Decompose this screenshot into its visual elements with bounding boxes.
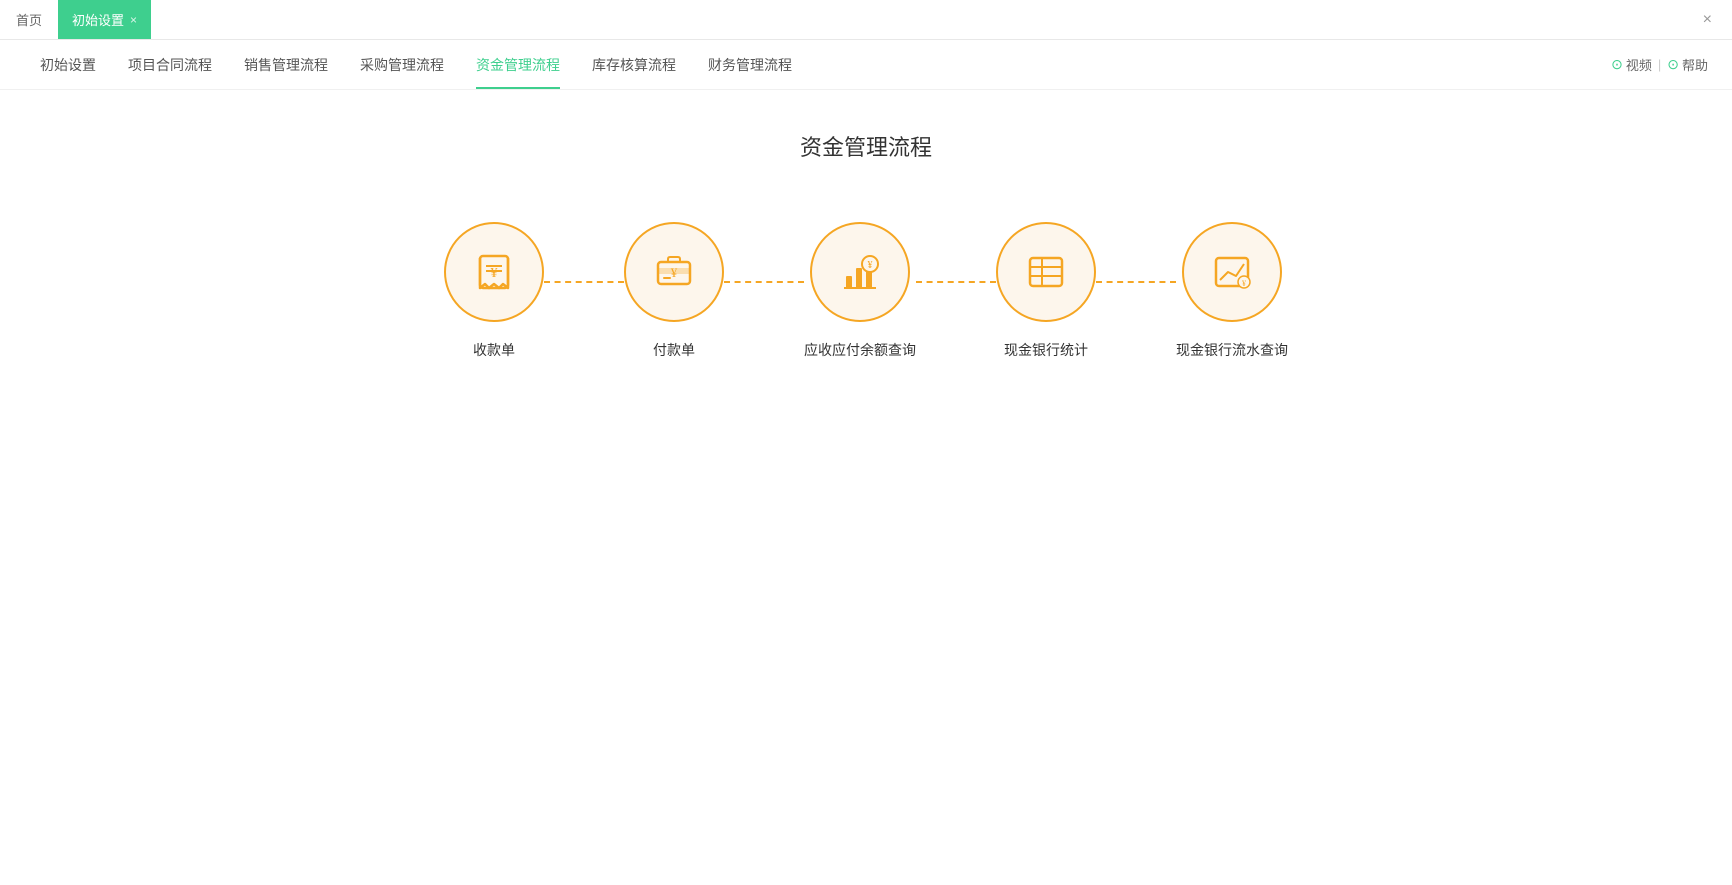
- cash-stats-icon-circle: [996, 222, 1096, 322]
- nav-bar: 初始设置 项目合同流程 销售管理流程 采购管理流程 资金管理流程 库存核算流程 …: [0, 40, 1732, 90]
- home-tab[interactable]: 首页: [0, 0, 58, 39]
- svg-text:¥: ¥: [491, 266, 498, 281]
- flow-item-cash-stats[interactable]: 现金银行统计: [996, 222, 1096, 360]
- flow-item-cash-flow[interactable]: ¥ 现金银行流水查询: [1176, 222, 1288, 360]
- receipt-label: 收款单: [473, 340, 515, 360]
- receipt-icon: ¥: [470, 248, 518, 296]
- cash-flow-label: 现金银行流水查询: [1176, 340, 1288, 360]
- connector-4: [1096, 281, 1176, 283]
- nav-item-project-contract[interactable]: 项目合同流程: [112, 40, 228, 89]
- close-tab-icon[interactable]: ×: [130, 13, 137, 27]
- window-close-button[interactable]: ×: [1683, 0, 1732, 39]
- connector-1: [544, 281, 624, 283]
- top-bar: 首页 初始设置 × ×: [0, 0, 1732, 40]
- svg-text:¥: ¥: [671, 265, 678, 280]
- main-content: 资金管理流程 ¥ 收款单: [0, 90, 1732, 400]
- flow-container: ¥ 收款单 ¥ 付款单: [444, 222, 1288, 360]
- nav-item-capital-management[interactable]: 资金管理流程: [460, 40, 576, 89]
- balance-icon-circle: ¥: [810, 222, 910, 322]
- nav-divider: |: [1658, 57, 1661, 72]
- nav-right: ⊙ 视频 | ⊙ 帮助: [1611, 55, 1708, 74]
- active-tab-label: 初始设置: [72, 10, 124, 29]
- page-title: 资金管理流程: [800, 130, 932, 162]
- cash-stats-label: 现金银行统计: [1004, 340, 1088, 360]
- flow-item-payment[interactable]: ¥ 付款单: [624, 222, 724, 360]
- nav-item-inventory-accounting[interactable]: 库存核算流程: [576, 40, 692, 89]
- nav-item-purchase-management[interactable]: 采购管理流程: [344, 40, 460, 89]
- svg-text:¥: ¥: [1242, 279, 1246, 288]
- help-link[interactable]: ⊙ 帮助: [1667, 55, 1708, 74]
- flow-item-balance[interactable]: ¥ 应收应付余额查询: [804, 222, 916, 360]
- nav-item-financial-management[interactable]: 财务管理流程: [692, 40, 808, 89]
- video-help-link[interactable]: ⊙ 视频: [1611, 55, 1652, 74]
- nav-item-initial-setup[interactable]: 初始设置: [24, 40, 112, 89]
- balance-icon: ¥: [836, 248, 884, 296]
- flow-item-receipt[interactable]: ¥ 收款单: [444, 222, 544, 360]
- help-label: 帮助: [1682, 55, 1708, 74]
- nav-item-sales-management[interactable]: 销售管理流程: [228, 40, 344, 89]
- payment-label: 付款单: [653, 340, 695, 360]
- connector-3: [916, 281, 996, 283]
- active-tab[interactable]: 初始设置 ×: [58, 0, 151, 39]
- video-label: 视频: [1626, 55, 1652, 74]
- svg-text:¥: ¥: [868, 260, 873, 271]
- connector-2: [724, 281, 804, 283]
- cash-stats-icon: [1022, 248, 1070, 296]
- payment-icon-circle: ¥: [624, 222, 724, 322]
- home-label: 首页: [16, 10, 42, 29]
- cash-flow-icon: ¥: [1208, 248, 1256, 296]
- balance-label: 应收应付余额查询: [804, 340, 916, 360]
- cash-flow-icon-circle: ¥: [1182, 222, 1282, 322]
- payment-icon: ¥: [650, 248, 698, 296]
- receipt-icon-circle: ¥: [444, 222, 544, 322]
